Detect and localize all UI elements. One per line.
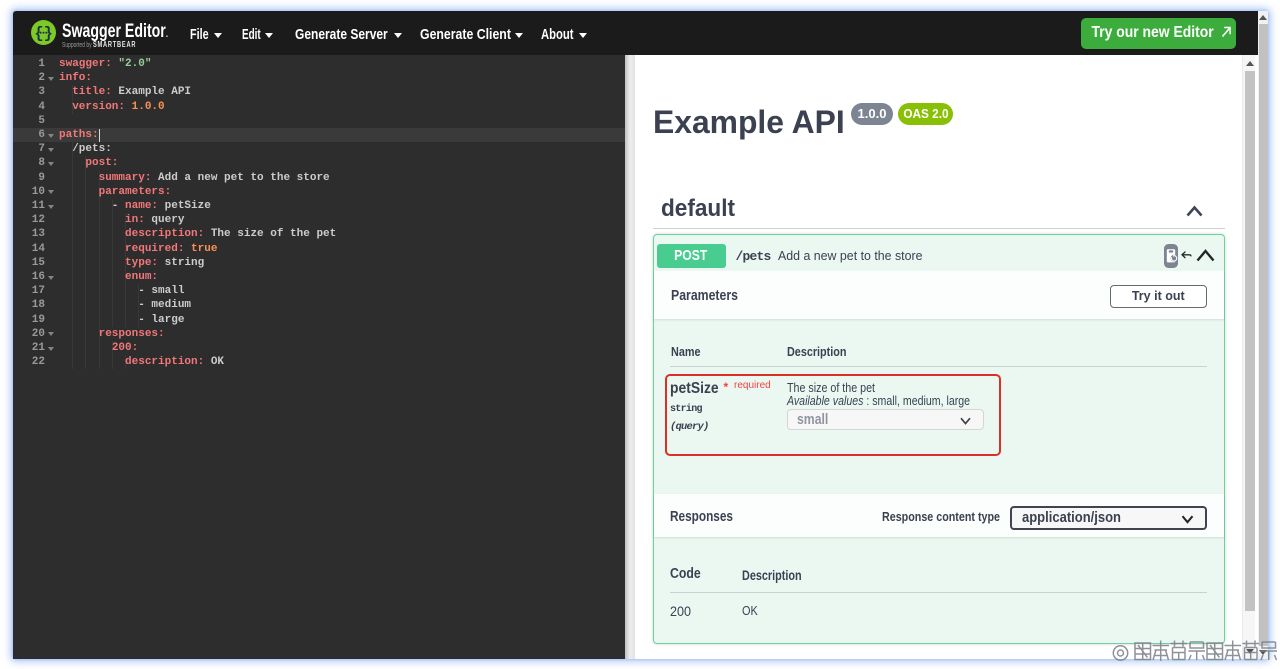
svg-text:}: }: [44, 25, 53, 43]
svg-text:{: {: [34, 25, 43, 43]
